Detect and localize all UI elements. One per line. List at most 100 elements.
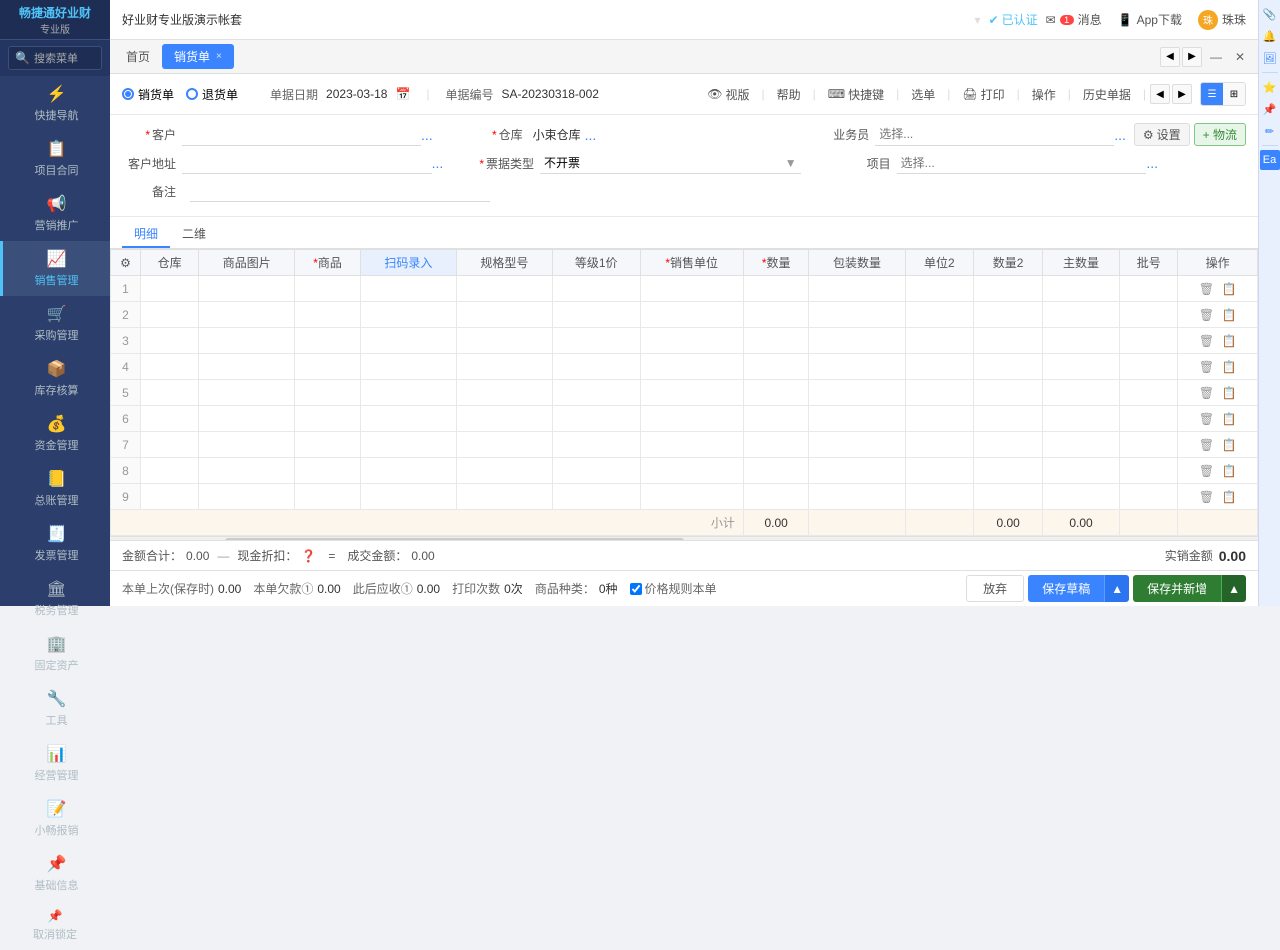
row-image[interactable] [199,354,295,380]
row-batch[interactable] [1120,458,1178,484]
row-main-qty[interactable] [1043,432,1120,458]
right-icon-edit[interactable]: ✏ [1260,121,1280,141]
address-input[interactable] [182,152,432,174]
help-btn[interactable]: 帮助 [769,84,809,105]
row-delete-icon[interactable]: 🗑 [1199,308,1214,322]
prev-arrow[interactable]: ◀ [1160,47,1180,67]
print-btn[interactable]: 🖨打印 [954,84,1012,105]
row-delete-icon[interactable]: 🗑 [1199,438,1214,452]
tab-active[interactable]: 销货单 × [162,44,234,69]
row-price1[interactable] [552,432,640,458]
row-batch[interactable] [1120,432,1178,458]
row-price1[interactable] [552,276,640,302]
row-price1[interactable] [552,380,640,406]
row-goods[interactable] [295,406,361,432]
row-warehouse[interactable] [141,458,199,484]
sidebar-item-invoice[interactable]: 🧾 发票管理 [0,516,110,571]
row-image[interactable] [199,484,295,510]
row-unit[interactable] [640,354,743,380]
save-btn[interactable]: 保存并新增 [1133,575,1221,602]
row-action[interactable]: 🗑 📋 [1178,458,1258,484]
row-batch[interactable] [1120,302,1178,328]
row-warehouse[interactable] [141,380,199,406]
row-copy-icon[interactable]: 📋 [1222,464,1237,478]
search-menu-box[interactable]: 🔍 搜索菜单 [8,46,102,70]
warehouse-dots[interactable]: ... [585,127,597,143]
sidebar-item-quick[interactable]: ⚡ 快捷导航 [0,76,110,131]
row-spec[interactable] [456,276,552,302]
row-unit[interactable] [640,276,743,302]
row-spec[interactable] [456,354,552,380]
row-spec[interactable] [456,302,552,328]
customer-input[interactable] [182,124,421,146]
row-goods[interactable] [295,432,361,458]
close-btn[interactable]: ✕ [1230,47,1250,67]
sidebar-item-inventory[interactable]: 📦 库存核算 [0,351,110,406]
sidebar-item-general[interactable]: 📒 总账管理 [0,461,110,516]
row-main-qty[interactable] [1043,302,1120,328]
row-image[interactable] [199,276,295,302]
row-unit2[interactable] [905,354,974,380]
row-action[interactable]: 🗑 📋 [1178,354,1258,380]
grid-view-btn[interactable]: ☰ [1201,83,1223,105]
row-price1[interactable] [552,354,640,380]
row-scan[interactable] [360,354,456,380]
row-image[interactable] [199,328,295,354]
sidebar-item-reports[interactable]: 📝 小畅报销 [0,791,110,846]
row-qty[interactable] [743,302,809,328]
radio-return[interactable]: 退货单 [186,86,238,103]
row-action[interactable]: 🗑 📋 [1178,302,1258,328]
row-warehouse[interactable] [141,328,199,354]
sidebar-item-assets[interactable]: 🏢 固定资产 [0,626,110,681]
sidebar-item-basic[interactable]: 📌 基础信息 [0,846,110,901]
row-goods[interactable] [295,302,361,328]
row-copy-icon[interactable]: 📋 [1222,282,1237,296]
row-copy-icon[interactable]: 📋 [1222,360,1237,374]
row-scan[interactable] [360,328,456,354]
row-qty[interactable] [743,458,809,484]
row-unit[interactable] [640,302,743,328]
sidebar-item-tax[interactable]: 🏛 税务管理 [0,571,110,626]
row-goods[interactable] [295,328,361,354]
row-delete-icon[interactable]: 🗑 [1199,464,1214,478]
right-icon-clip[interactable]: 📎 [1260,4,1280,24]
row-unit[interactable] [640,432,743,458]
draft-btn-arrow[interactable]: ▲ [1104,575,1129,602]
list-view-btn[interactable]: ⊞ [1223,83,1245,105]
row-goods[interactable] [295,276,361,302]
row-image[interactable] [199,458,295,484]
row-goods[interactable] [295,458,361,484]
row-unit2[interactable] [905,302,974,328]
sidebar-item-project[interactable]: 📋 项目合同 [0,131,110,186]
horizontal-scrollbar[interactable] [110,536,1258,540]
row-copy-icon[interactable]: 📋 [1222,386,1237,400]
row-delete-icon[interactable]: 🗑 [1199,360,1214,374]
discount-help-icon[interactable]: ❓ [301,549,316,563]
row-qty[interactable] [743,406,809,432]
row-price1[interactable] [552,458,640,484]
remark-input[interactable] [190,180,490,202]
row-batch[interactable] [1120,354,1178,380]
row-qty2[interactable] [974,406,1043,432]
row-warehouse[interactable] [141,432,199,458]
row-pack-qty[interactable] [809,380,905,406]
row-unit[interactable] [640,406,743,432]
row-qty[interactable] [743,484,809,510]
row-main-qty[interactable] [1043,458,1120,484]
row-batch[interactable] [1120,406,1178,432]
row-qty[interactable] [743,276,809,302]
sidebar-item-operations[interactable]: 📊 经营管理 [0,736,110,791]
row-goods[interactable] [295,354,361,380]
row-scan[interactable] [360,380,456,406]
row-unit2[interactable] [905,406,974,432]
row-price1[interactable] [552,484,640,510]
message-btn[interactable]: ✉ 1 消息 [1046,11,1102,28]
row-warehouse[interactable] [141,302,199,328]
row-delete-icon[interactable]: 🗑 [1199,334,1214,348]
row-pack-qty[interactable] [809,406,905,432]
price-check-item[interactable]: 价格规则本单 [630,580,717,597]
row-scan[interactable] [360,458,456,484]
sidebar-item-marketing[interactable]: 📢 营销推广 [0,186,110,241]
sub-tab-2d[interactable]: 二维 [170,221,218,248]
row-price1[interactable] [552,328,640,354]
